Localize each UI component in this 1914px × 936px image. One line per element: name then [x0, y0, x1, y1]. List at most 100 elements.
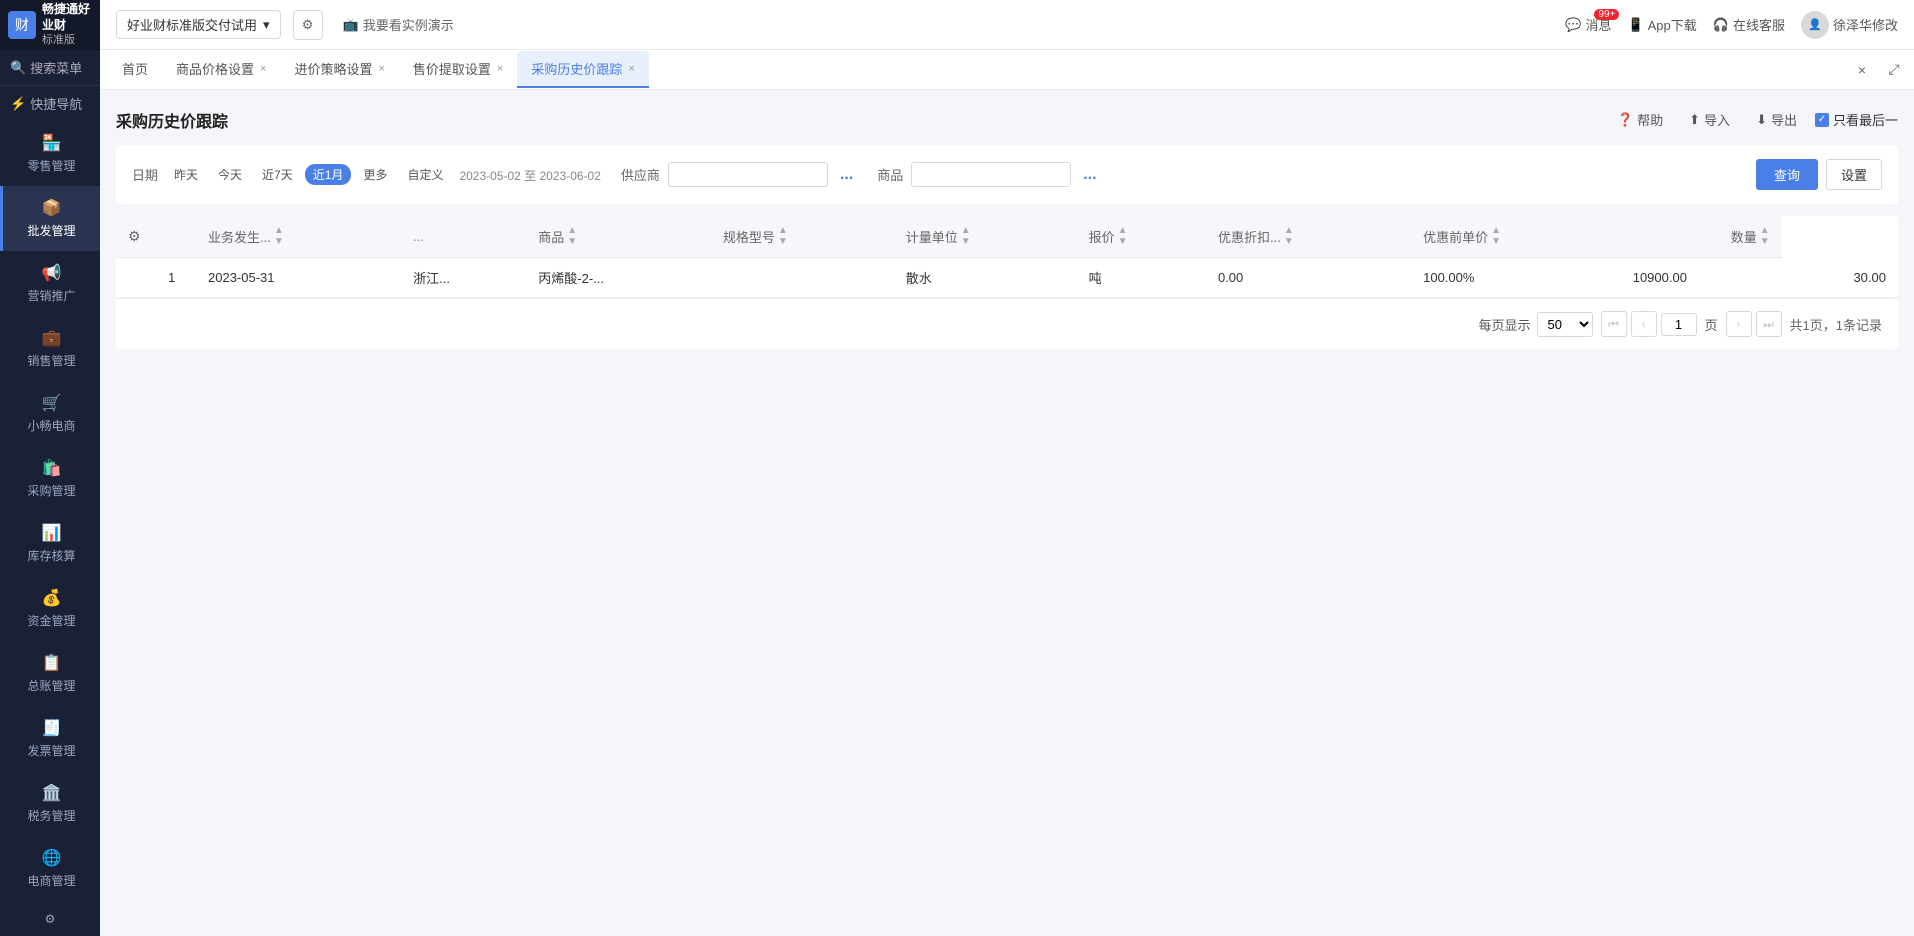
logo-icon: 财 [8, 11, 36, 39]
message-button[interactable]: 💬 消息 99+ [1565, 15, 1611, 34]
app-download-button[interactable]: 📱 App下载 [1627, 15, 1696, 34]
col-pre-discount-price[interactable]: 优惠前单价 ▲▼ [1411, 216, 1621, 258]
ledger-icon: 📋 [42, 653, 62, 673]
sidebar-quicknav[interactable]: ⚡ 快捷导航 [0, 86, 100, 121]
logo-text: 畅捷通好业财 标准版 [42, 2, 92, 47]
column-settings-icon[interactable]: ⚙ [128, 228, 141, 244]
sidebar-search[interactable]: 🔍 搜索菜单 [0, 50, 100, 86]
tab-close-price[interactable]: × [260, 63, 266, 75]
next-page-button[interactable]: › [1726, 311, 1752, 337]
sidebar-item-sales[interactable]: 💼销售管理 [0, 316, 100, 381]
pagination: 每页显示 2050100200 ⏮ ‹ 页 › ⏭ 共1页，1条记录 [116, 298, 1898, 349]
version-select[interactable]: 好业财标准版交付试用 ▾ [116, 10, 281, 39]
online-service-button[interactable]: 🎧 在线客服 [1713, 15, 1785, 34]
sidebar-item-finance[interactable]: 💰资金管理 [0, 576, 100, 641]
page-number-input[interactable] [1661, 313, 1697, 336]
page-header: 采购历史价跟踪 ❓ 帮助 ⬆ 导入 ⬇ 导出 ✓ 只看最后一 [116, 106, 1898, 133]
sidebar-item-ledger[interactable]: 📋总账管理 [0, 641, 100, 706]
date-option-last7[interactable]: 近7天 [254, 164, 301, 185]
import-button[interactable]: ⬆ 导入 [1681, 106, 1738, 133]
tab-close-sale_price[interactable]: × [497, 63, 503, 75]
close-all-tabs-button[interactable]: × [1850, 58, 1874, 82]
headset-icon: 🎧 [1713, 17, 1729, 33]
search-icon: 🔍 [10, 60, 26, 76]
filter-actions: 查询 设置 [1756, 159, 1882, 190]
product-filter-label: 商品 [877, 165, 903, 184]
topbar-settings-button[interactable]: ⚙ [293, 10, 323, 40]
sort-icon-prediscount: ▲▼ [1491, 226, 1501, 247]
product-filter-group: 商品 ... [877, 162, 1100, 187]
col-date[interactable]: 业务发生... ▲▼ [196, 216, 401, 258]
product-more-icon[interactable]: ... [1079, 166, 1100, 184]
chevron-down-icon: ▾ [263, 17, 270, 33]
help-button[interactable]: ❓ 帮助 [1609, 106, 1671, 133]
sidebar-item-ecommerce[interactable]: 🌐电商管理 [0, 836, 100, 901]
tab-purchase_history[interactable]: 采购历史价跟踪× [517, 51, 648, 88]
tab-close-purchase_history[interactable]: × [628, 63, 634, 75]
import-icon: ⬆ [1689, 112, 1700, 128]
wholesale-icon: 📦 [42, 198, 62, 218]
sidebar: 财 畅捷通好业财 标准版 🔍 搜索菜单 ⚡ 快捷导航 🏪零售管理📦批发管理📢营销… [0, 0, 100, 936]
sort-icon-quantity: ▲▼ [1760, 226, 1770, 247]
topbar-right: 💬 消息 99+ 📱 App下载 🎧 在线客服 👤 徐泽华修改 [1565, 11, 1898, 39]
prev-page-button[interactable]: ‹ [1631, 311, 1657, 337]
col-discount[interactable]: 优惠折扣... ▲▼ [1206, 216, 1411, 258]
tabbar: 首页商品价格设置×进价策略设置×售价提取设置×采购历史价跟踪× × ⤢ [100, 50, 1914, 90]
col-unit[interactable]: 计量单位 ▲▼ [894, 216, 1077, 258]
settings-icon: ⚙ [302, 17, 314, 33]
page-navigation: ⏮ ‹ 页 › ⏭ [1601, 311, 1782, 337]
tab-sale_price[interactable]: 售价提取设置× [399, 51, 517, 88]
cell-pre-discount-price: 10900.00 [1621, 258, 1782, 298]
date-option-today[interactable]: 今天 [210, 164, 250, 185]
export-button[interactable]: ⬇ 导出 [1748, 106, 1805, 133]
date-option-more[interactable]: 更多 [355, 164, 395, 185]
invoice-icon: 🧾 [42, 718, 62, 738]
col-settings[interactable]: ⚙ [116, 216, 156, 258]
supplier-more-icon[interactable]: ... [836, 166, 857, 184]
quicknav-icon: ⚡ [10, 96, 26, 112]
sidebar-item-marketing[interactable]: 📢营销推广 [0, 251, 100, 316]
product-input[interactable] [911, 162, 1071, 187]
sidebar-settings[interactable]: ⚙ [0, 902, 100, 936]
col-price[interactable]: 报价 ▲▼ [1077, 216, 1206, 258]
marketing-icon: 📢 [42, 263, 62, 283]
query-button[interactable]: 查询 [1756, 159, 1818, 190]
date-option-yesterday[interactable]: 昨天 [166, 164, 206, 185]
expand-tabs-button[interactable]: ⤢ [1882, 58, 1906, 82]
sort-icon-product: ▲▼ [567, 226, 577, 247]
per-page-select[interactable]: 2050100200 [1537, 312, 1593, 337]
sidebar-item-inventory[interactable]: 📊库存核算 [0, 511, 100, 576]
first-page-button[interactable]: ⏮ [1601, 311, 1627, 337]
sidebar-item-purchase[interactable]: 🛍️采购管理 [0, 446, 100, 511]
date-option-custom[interactable]: 自定义 [399, 164, 451, 185]
sidebar-item-invoice[interactable]: 🧾发票管理 [0, 706, 100, 771]
col-spec[interactable]: 规格型号 ▲▼ [711, 216, 894, 258]
col-quantity[interactable]: 数量 ▲▼ [1621, 216, 1782, 258]
inventory-icon: 📊 [42, 523, 62, 543]
only-last-checkbox[interactable]: ✓ 只看最后一 [1815, 110, 1898, 129]
sort-icon-spec: ▲▼ [778, 226, 788, 247]
tabbar-controls: × ⤢ [1850, 58, 1906, 82]
demo-link[interactable]: 📺 我要看实例演示 [343, 15, 454, 34]
cell-quantity: 30.00 [1782, 258, 1898, 298]
col-more[interactable]: ... [401, 216, 526, 258]
cell-discount: 100.00% [1411, 258, 1621, 298]
tab-price[interactable]: 商品价格设置× [162, 51, 280, 88]
sidebar-item-wholesale[interactable]: 📦批发管理 [0, 186, 100, 251]
checkbox-icon: ✓ [1815, 113, 1829, 127]
page-content: 采购历史价跟踪 ❓ 帮助 ⬆ 导入 ⬇ 导出 ✓ 只看最后一 [100, 90, 1914, 936]
tab-close-purchase_strategy[interactable]: × [378, 63, 384, 75]
date-option-last1m[interactable]: 近1月 [305, 164, 352, 185]
cell-product: 丙烯酸-2-... [526, 258, 711, 298]
sidebar-item-retail[interactable]: 🏪零售管理 [0, 121, 100, 186]
col-product[interactable]: 商品 ▲▼ [526, 216, 711, 258]
filter-settings-button[interactable]: 设置 [1826, 159, 1882, 190]
user-menu-button[interactable]: 👤 徐泽华修改 [1801, 11, 1898, 39]
sidebar-item-ecommerce_small[interactable]: 🛒小畅电商 [0, 381, 100, 446]
sidebar-item-tax[interactable]: 🏛️税务管理 [0, 771, 100, 836]
date-filter-label: 日期 [132, 165, 158, 184]
tab-purchase_strategy[interactable]: 进价策略设置× [280, 51, 398, 88]
tab-home[interactable]: 首页 [108, 51, 162, 88]
last-page-button[interactable]: ⏭ [1756, 311, 1782, 337]
supplier-input[interactable] [668, 162, 828, 187]
